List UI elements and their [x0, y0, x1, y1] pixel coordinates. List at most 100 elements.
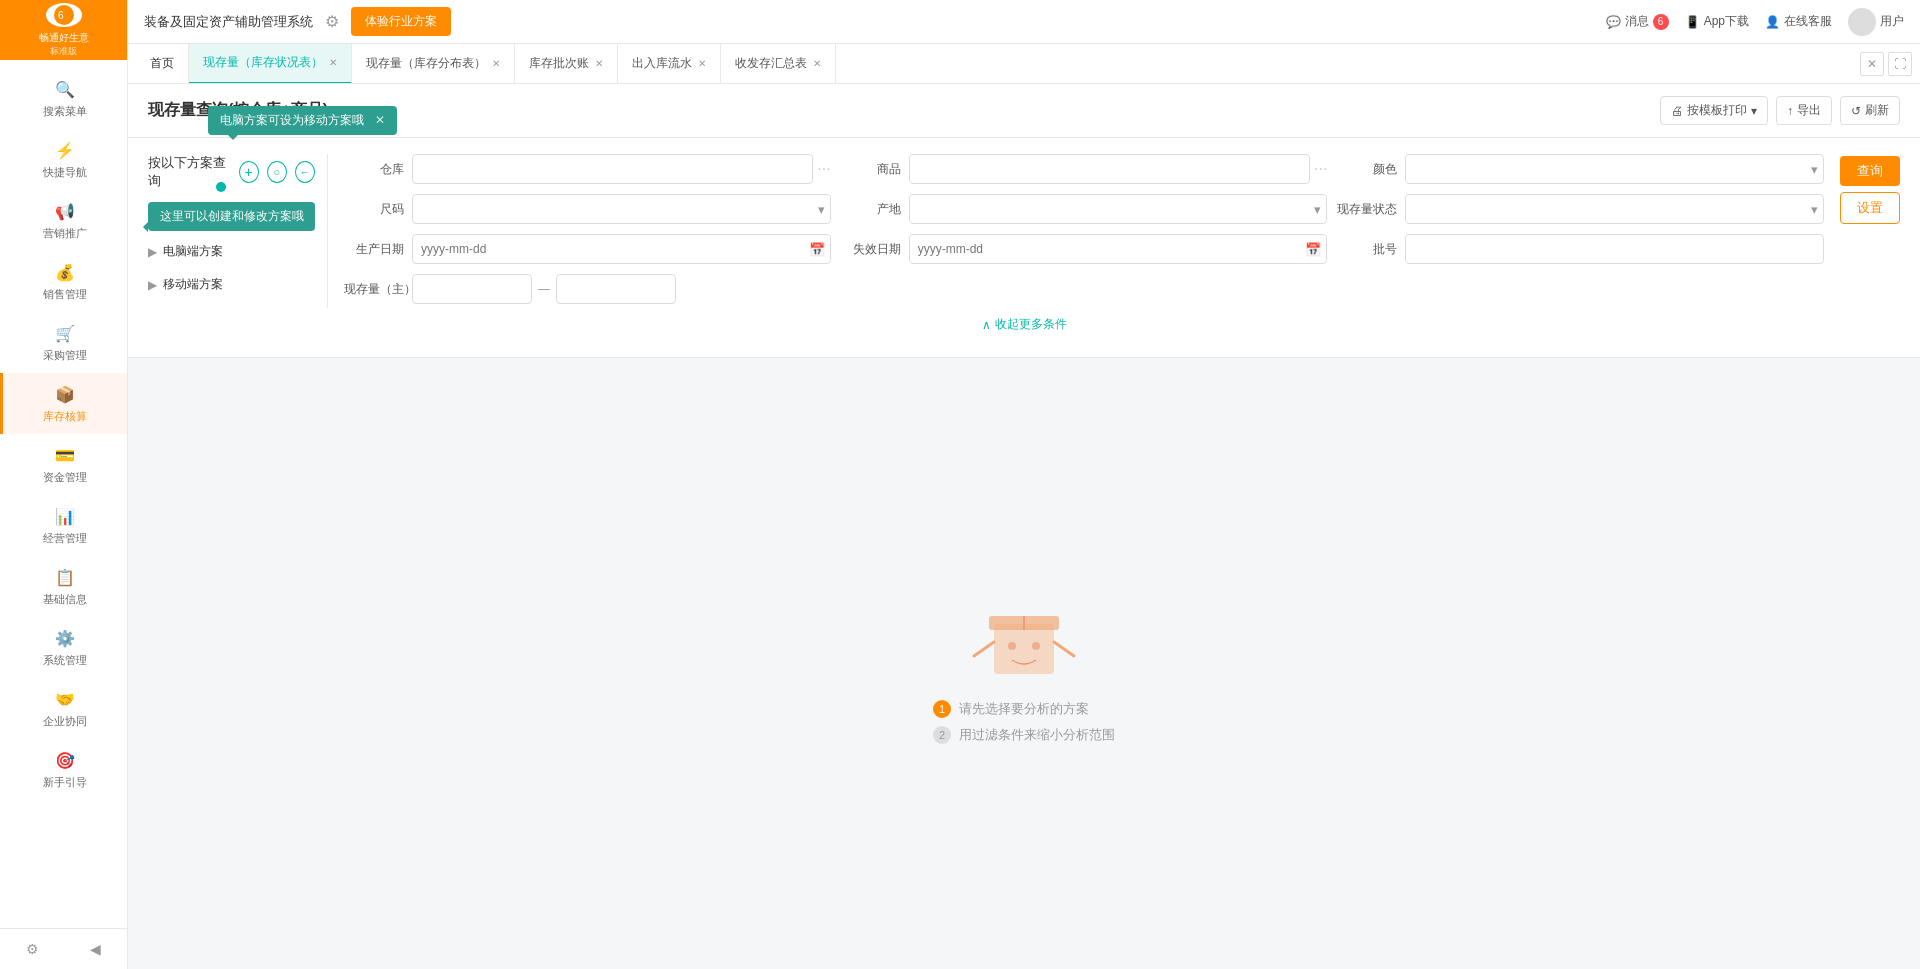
- export-btn[interactable]: ↑ 导出: [1776, 96, 1832, 125]
- filter-main-area: 按以下方案查询 + ○ ← 电脑方案可设为移动方案哦 ✕: [148, 154, 1900, 308]
- hint-text-1: 请先选择要分析的方案: [959, 700, 1089, 718]
- filter-produce-date: 生产日期 📅: [344, 234, 831, 264]
- filter-row-4: 现存量（主） —: [344, 274, 1824, 304]
- scheme-label-pc: 电脑端方案: [163, 243, 223, 260]
- tab-batch[interactable]: 库存批次账 ✕: [515, 44, 618, 84]
- app-logo: 6 畅通好生意 标准版: [0, 0, 127, 60]
- stock-status-select[interactable]: [1405, 194, 1824, 224]
- batch-input[interactable]: [1405, 234, 1824, 264]
- sidebar-item-system[interactable]: ⚙️ 系统管理: [0, 617, 127, 678]
- sidebar-item-purchase[interactable]: 🛒 采购管理: [0, 312, 127, 373]
- svg-text:6: 6: [58, 10, 64, 21]
- guide-icon: 🎯: [54, 749, 76, 771]
- user-area[interactable]: 用户: [1848, 8, 1904, 36]
- tooltip-2-close[interactable]: ✕: [315, 209, 325, 223]
- service-icon: 👤: [1765, 15, 1780, 29]
- header: 装备及固定资产辅助管理系统 ⚙ 体验行业方案 💬 消息 6 📱 App下载 👤 …: [128, 0, 1920, 44]
- scheme-item-mobile[interactable]: ▶ 移动端方案: [148, 272, 315, 297]
- tab-home[interactable]: 首页: [136, 44, 189, 84]
- industry-btn[interactable]: 体验行业方案: [351, 7, 451, 36]
- sidebar-item-nav[interactable]: ⚡ 快捷导航: [0, 129, 127, 190]
- sidebar-item-inventory[interactable]: 📦 库存核算: [0, 373, 127, 434]
- header-left: 装备及固定资产辅助管理系统 ⚙ 体验行业方案: [144, 7, 451, 36]
- tab-flow-label: 出入库流水: [632, 55, 692, 72]
- stock-main-min-input[interactable]: [412, 274, 532, 304]
- sidebar-label-marketing: 营销推广: [43, 226, 87, 241]
- stock-main-max-input[interactable]: [556, 274, 676, 304]
- sidebar-label-collab: 企业协同: [43, 714, 87, 729]
- collapse-more-btn[interactable]: ∧ 收起更多条件: [148, 308, 1900, 341]
- expire-date-input[interactable]: [909, 234, 1328, 264]
- empty-state: 1 请先选择要分析的方案 2 用过滤条件来缩小分析范围: [128, 358, 1920, 969]
- tab-inventory-status[interactable]: 现存量（库存状况表） ✕: [189, 44, 352, 84]
- scheme-section-mobile: ▶ 移动端方案: [148, 272, 315, 297]
- sidebar-item-sales[interactable]: 💰 销售管理: [0, 251, 127, 312]
- add-scheme-btn[interactable]: +: [239, 161, 259, 183]
- sidebar-item-guide[interactable]: 🎯 新手引导: [0, 739, 127, 800]
- edit-scheme-btn[interactable]: ○: [267, 161, 287, 183]
- management-icon: 📊: [54, 505, 76, 527]
- filter-section: 按以下方案查询 + ○ ← 电脑方案可设为移动方案哦 ✕: [128, 138, 1920, 358]
- tab-batch-close[interactable]: ✕: [595, 58, 603, 69]
- scheme-item-pc[interactable]: ▶ 电脑端方案: [148, 239, 315, 264]
- filter-origin: 产地 ▾: [841, 194, 1328, 224]
- empty-hints: 1 请先选择要分析的方案 2 用过滤条件来缩小分析范围: [933, 700, 1115, 744]
- reset-btn[interactable]: 设置: [1840, 192, 1900, 224]
- tab-inventory-dist[interactable]: 现存量（库存分布表） ✕: [352, 44, 515, 84]
- search-btn[interactable]: 查询: [1840, 156, 1900, 186]
- message-btn[interactable]: 💬 消息 6: [1606, 13, 1669, 30]
- sidebar-item-basic[interactable]: 📋 基础信息: [0, 556, 127, 617]
- online-service-btn[interactable]: 👤 在线客服: [1765, 13, 1832, 30]
- tab-actions: ✕ ⛶: [1860, 52, 1912, 76]
- tab-flow[interactable]: 出入库流水 ✕: [618, 44, 721, 84]
- warehouse-more-icon: ···: [817, 154, 830, 178]
- sidebar-label-management: 经营管理: [43, 531, 87, 546]
- sidebar-item-collab[interactable]: 🤝 企业协同: [0, 678, 127, 739]
- template-print-btn[interactable]: 🖨 按模板打印 ▾: [1660, 96, 1768, 125]
- tab-inventory-dist-close[interactable]: ✕: [492, 58, 500, 69]
- search-icon: 🔍: [54, 78, 76, 100]
- svg-rect-2: [994, 624, 1054, 674]
- sidebar-item-finance[interactable]: 💳 资金管理: [0, 434, 127, 495]
- refresh-icon: ↺: [1851, 104, 1861, 118]
- tab-flow-close[interactable]: ✕: [698, 58, 706, 69]
- svg-line-8: [1054, 642, 1074, 656]
- logo-icon: 6: [46, 3, 82, 27]
- collapse-sidebar-btn[interactable]: ◀: [90, 941, 101, 957]
- scheme-column: 按以下方案查询 + ○ ← 电脑方案可设为移动方案哦 ✕: [148, 154, 328, 308]
- tooltip-text-2: 这里可以创建和修改方案哦: [160, 209, 304, 223]
- tab-close-all-btn[interactable]: ✕: [1860, 52, 1884, 76]
- range-separator: —: [538, 282, 550, 296]
- tab-fullscreen-btn[interactable]: ⛶: [1888, 52, 1912, 76]
- size-label: 尺码: [344, 201, 404, 218]
- tab-summary-close[interactable]: ✕: [813, 58, 821, 69]
- app-download-btn[interactable]: 📱 App下载: [1685, 13, 1749, 30]
- settings-icon[interactable]: ⚙: [325, 12, 339, 31]
- refresh-btn[interactable]: ↺ 刷新: [1840, 96, 1900, 125]
- produce-date-input[interactable]: [412, 234, 831, 264]
- user-label: 用户: [1880, 13, 1904, 30]
- sidebar-item-search[interactable]: 🔍 搜索菜单: [0, 68, 127, 129]
- product-input[interactable]: [909, 154, 1310, 184]
- filter-batch: 批号: [1337, 234, 1824, 264]
- filter-warehouse: 仓库 ···: [344, 154, 831, 184]
- size-select[interactable]: [412, 194, 831, 224]
- tab-inventory-status-close[interactable]: ✕: [329, 57, 337, 68]
- origin-select[interactable]: [909, 194, 1328, 224]
- warehouse-input[interactable]: [412, 154, 813, 184]
- sidebar-item-management[interactable]: 📊 经营管理: [0, 495, 127, 556]
- tab-summary[interactable]: 收发存汇总表 ✕: [721, 44, 836, 84]
- color-select[interactable]: [1405, 154, 1824, 184]
- produce-date-label: 生产日期: [344, 241, 404, 258]
- arrow-icon-pc: ▶: [148, 245, 157, 259]
- tooltip-1-close[interactable]: ✕: [375, 113, 385, 127]
- app-badge: 标准版: [50, 45, 77, 58]
- empty-hint-1: 1 请先选择要分析的方案: [933, 700, 1115, 718]
- settings-bottom-btn[interactable]: ⚙: [26, 941, 39, 957]
- product-more-icon: ···: [1314, 154, 1327, 178]
- message-icon: 💬: [1606, 15, 1621, 29]
- header-right: 💬 消息 6 📱 App下载 👤 在线客服 用户: [1606, 8, 1904, 36]
- tab-inventory-dist-label: 现存量（库存分布表）: [366, 55, 486, 72]
- sidebar-item-marketing[interactable]: 📢 营销推广: [0, 190, 127, 251]
- back-btn[interactable]: ←: [295, 161, 315, 183]
